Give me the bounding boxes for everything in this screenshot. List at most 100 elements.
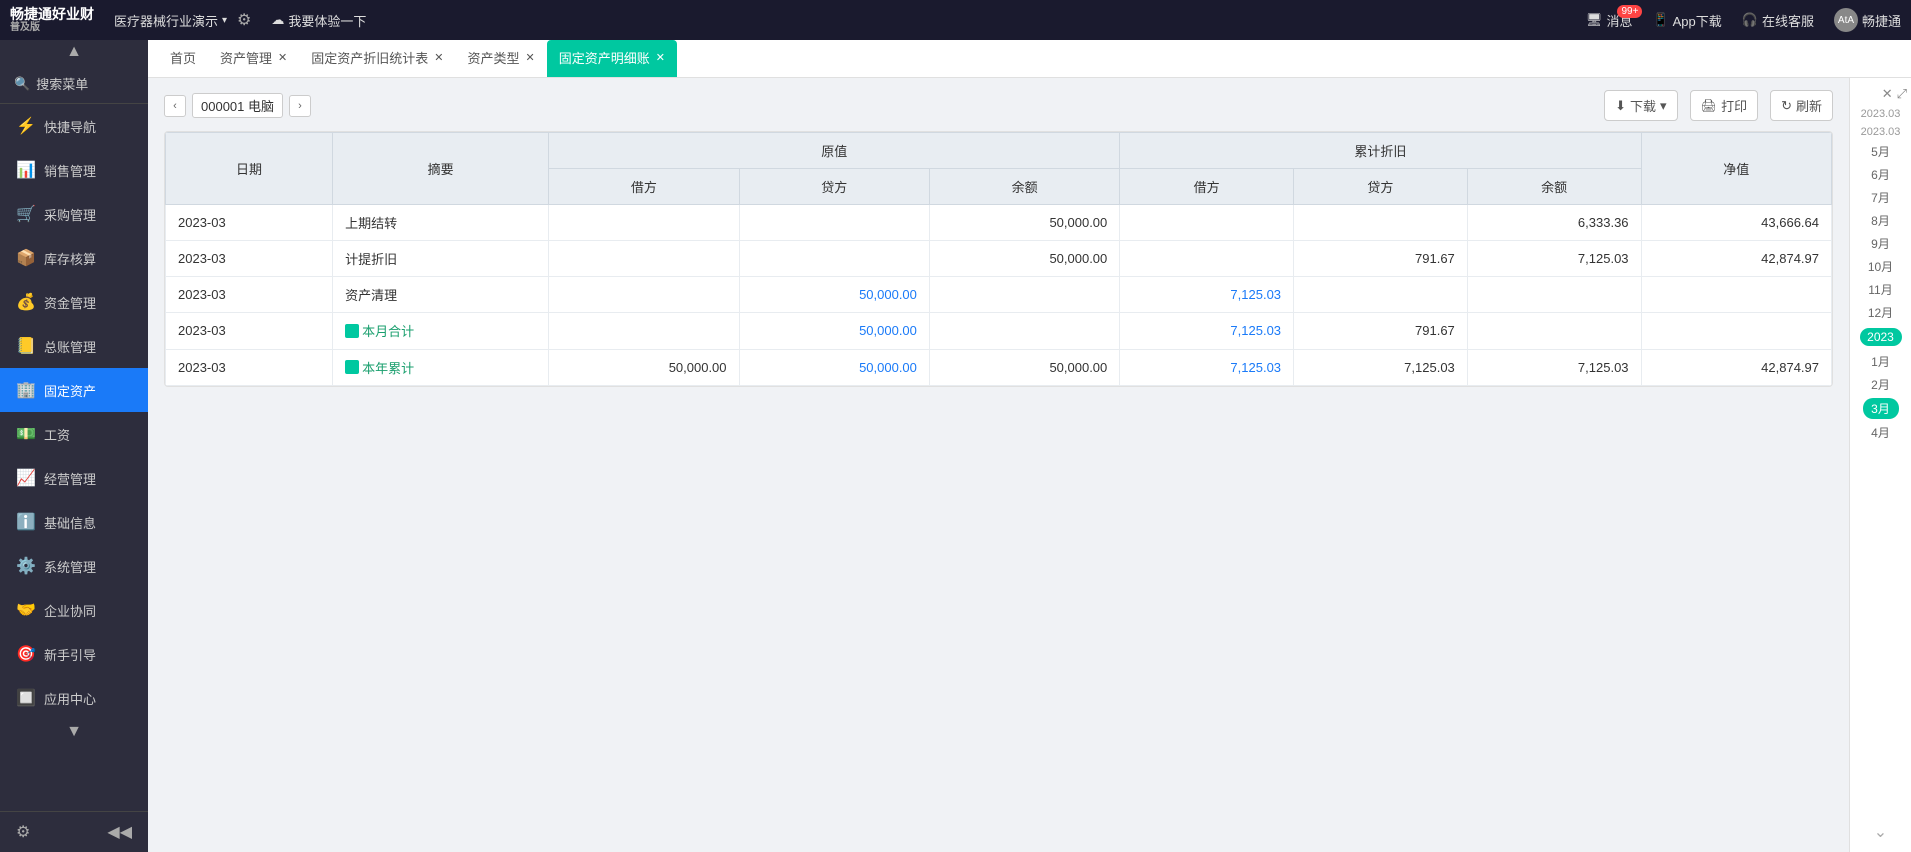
- sidebar-item-app-center[interactable]: 🔲 应用中心: [0, 676, 148, 720]
- asset-next-button[interactable]: ›: [289, 95, 311, 117]
- timeline-month-1[interactable]: 1月: [1871, 350, 1890, 373]
- online-service-button[interactable]: 🎧 在线客服: [1742, 11, 1814, 30]
- sidebar-item-search[interactable]: 🔍 搜索菜单: [0, 64, 148, 104]
- timeline-month-10[interactable]: 10月: [1868, 255, 1893, 278]
- basic-info-icon: ℹ️: [16, 512, 36, 532]
- main-layout: ▲ 🔍 搜索菜单 ⚡ 快捷导航 📊 销售管理 🛒 采购管理 📦 库存核算 💰 资…: [0, 40, 1911, 852]
- timeline-month-9[interactable]: 9月: [1871, 232, 1890, 255]
- refresh-button[interactable]: ↻ 刷新: [1770, 90, 1833, 121]
- sidebar-collapse-icon[interactable]: ◀◀: [107, 822, 132, 842]
- phone-icon: 📱: [1652, 12, 1668, 28]
- avatar: AtA: [1834, 8, 1858, 32]
- col-summary: 摘要: [333, 133, 549, 205]
- timeline-month-5[interactable]: 5月: [1871, 140, 1890, 163]
- sidebar-item-sales[interactable]: 📊 销售管理: [0, 148, 148, 192]
- tab-close-depreciation-stat[interactable]: ✕: [434, 51, 443, 64]
- table-row: 2023-03本年累计50,000.0050,000.0050,000.007,…: [166, 349, 1832, 386]
- sidebar-item-finance[interactable]: 💰 资金管理: [0, 280, 148, 324]
- panel-close-button[interactable]: ✕: [1882, 86, 1893, 102]
- message-button[interactable]: 🖥 消息 99+: [1586, 11, 1633, 30]
- ledger-icon: 📒: [16, 336, 36, 356]
- tab-close-asset-type[interactable]: ✕: [526, 51, 535, 64]
- sidebar-item-system[interactable]: ⚙️ 系统管理: [0, 544, 148, 588]
- toolbar-actions: ⬇ 下载 ▾ 🖨 打印 ↻ 刷新: [1604, 90, 1833, 121]
- company-dropdown-icon: ▾: [222, 15, 227, 26]
- timeline-year-2023-top1: 2023.03: [1853, 104, 1909, 122]
- user-menu[interactable]: AtA 畅捷通: [1834, 8, 1901, 32]
- sidebar-item-inventory[interactable]: 📦 库存核算: [0, 236, 148, 280]
- timeline-month-12[interactable]: 12月: [1868, 301, 1893, 324]
- fixed-assets-icon: 🏢: [16, 380, 36, 400]
- operations-icon: 📈: [16, 468, 36, 488]
- col-orig-credit: 贷方: [739, 169, 929, 205]
- tab-asset-type[interactable]: 资产类型 ✕: [455, 40, 546, 77]
- print-button[interactable]: 🖨 打印: [1690, 90, 1759, 121]
- timeline-month-8[interactable]: 8月: [1871, 209, 1890, 232]
- table-row: 2023-03上期结转50,000.006,333.3643,666.64: [166, 205, 1832, 241]
- timeline-scroll-down[interactable]: ⌄: [1870, 818, 1891, 846]
- sidebar-item-payroll[interactable]: 💵 工资: [0, 412, 148, 456]
- settings-icon[interactable]: ⚙: [237, 10, 251, 30]
- timeline-year-badge-2023[interactable]: 2023: [1860, 328, 1902, 346]
- col-net: 净值: [1641, 133, 1831, 205]
- sidebar-item-enterprise[interactable]: 🤝 企业协同: [0, 588, 148, 632]
- enterprise-icon: 🤝: [16, 600, 36, 620]
- sidebar-item-basic-info[interactable]: ℹ️ 基础信息: [0, 500, 148, 544]
- download-icon: ⬇: [1615, 98, 1626, 114]
- col-date: 日期: [166, 133, 333, 205]
- experience-button[interactable]: ☁ 我要体验一下: [271, 11, 366, 30]
- tab-close-asset-mgmt[interactable]: ✕: [278, 51, 287, 64]
- timeline-month-4[interactable]: 4月: [1871, 421, 1890, 444]
- timeline-month-11[interactable]: 11月: [1868, 278, 1892, 301]
- sidebar-bottom: ⚙ ◀◀: [0, 811, 148, 852]
- col-orig-balance: 余额: [929, 169, 1119, 205]
- tab-asset-mgmt[interactable]: 资产管理 ✕: [208, 40, 299, 77]
- headset-icon: 🎧: [1742, 12, 1758, 28]
- table-row: 2023-03资产清理50,000.007,125.03: [166, 277, 1832, 313]
- table-row: 2023-03本月合计50,000.007,125.03791.67: [166, 313, 1832, 350]
- company-selector[interactable]: 医疗器械行业演示 ▾: [114, 11, 227, 30]
- sidebar-item-guide[interactable]: 🎯 新手引导: [0, 632, 148, 676]
- sidebar-scroll-up[interactable]: ▲: [0, 40, 148, 64]
- content-area: 首页 资产管理 ✕ 固定资产折旧统计表 ✕ 资产类型 ✕ 固定资产明细账 ✕: [148, 40, 1911, 852]
- download-button[interactable]: ⬇ 下载 ▾: [1604, 90, 1677, 121]
- col-accum-debit: 借方: [1120, 169, 1294, 205]
- tab-home[interactable]: 首页: [158, 40, 208, 77]
- sidebar-scroll-down[interactable]: ▼: [0, 720, 148, 744]
- sidebar-item-purchase[interactable]: 🛒 采购管理: [0, 192, 148, 236]
- panel-expand-button[interactable]: ⤢: [1897, 86, 1907, 102]
- timeline-month-2[interactable]: 2月: [1871, 373, 1890, 396]
- sidebar-settings-icon[interactable]: ⚙: [16, 822, 30, 842]
- tab-bar: 首页 资产管理 ✕ 固定资产折旧统计表 ✕ 资产类型 ✕ 固定资产明细账 ✕: [148, 40, 1911, 78]
- tab-asset-detail[interactable]: 固定资产明细账 ✕: [547, 40, 677, 77]
- cloud-icon: ☁: [271, 12, 284, 28]
- col-accumulated: 累计折旧: [1120, 133, 1641, 169]
- tab-close-asset-detail[interactable]: ✕: [656, 51, 665, 64]
- tab-depreciation-stat[interactable]: 固定资产折旧统计表 ✕: [299, 40, 455, 77]
- message-icon: 🖥: [1586, 12, 1603, 28]
- col-accum-balance: 余额: [1467, 169, 1641, 205]
- finance-icon: 💰: [16, 292, 36, 312]
- timeline-year-2023-top2: 2023.03: [1853, 122, 1909, 140]
- inventory-icon: 📦: [16, 248, 36, 268]
- app-logo: 畅捷通好业财 普及版: [10, 6, 94, 35]
- table-row: 2023-03计提折旧50,000.00791.677,125.0342,874…: [166, 241, 1832, 277]
- main-panel: ‹ 000001 电脑 › ⬇ 下载 ▾ 🖨 打印: [148, 78, 1849, 852]
- asset-prev-button[interactable]: ‹: [164, 95, 186, 117]
- asset-code-display: 000001 电脑: [192, 93, 283, 118]
- top-bar-right: 🖥 消息 99+ 📱 App下载 🎧 在线客服 AtA 畅捷通: [1586, 8, 1901, 32]
- app-download-button[interactable]: 📱 App下载: [1652, 11, 1721, 30]
- sales-icon: 📊: [16, 160, 36, 180]
- col-orig-debit: 借方: [549, 169, 739, 205]
- sidebar-item-quick-nav[interactable]: ⚡ 快捷导航: [0, 104, 148, 148]
- toolbar-row: ‹ 000001 电脑 › ⬇ 下载 ▾ 🖨 打印: [164, 90, 1833, 121]
- sidebar-item-fixed-assets[interactable]: 🏢 固定资产: [0, 368, 148, 412]
- sidebar-item-ledger[interactable]: 📒 总账管理: [0, 324, 148, 368]
- timeline-month-6[interactable]: 6月: [1871, 163, 1890, 186]
- timeline-month-7[interactable]: 7月: [1871, 186, 1890, 209]
- asset-navigator: ‹ 000001 电脑 ›: [164, 93, 311, 118]
- sidebar-item-operations[interactable]: 📈 经营管理: [0, 456, 148, 500]
- print-icon: 🖨: [1701, 98, 1718, 114]
- download-dropdown-icon: ▾: [1660, 98, 1667, 114]
- timeline-month-3-active[interactable]: 3月: [1863, 398, 1899, 419]
